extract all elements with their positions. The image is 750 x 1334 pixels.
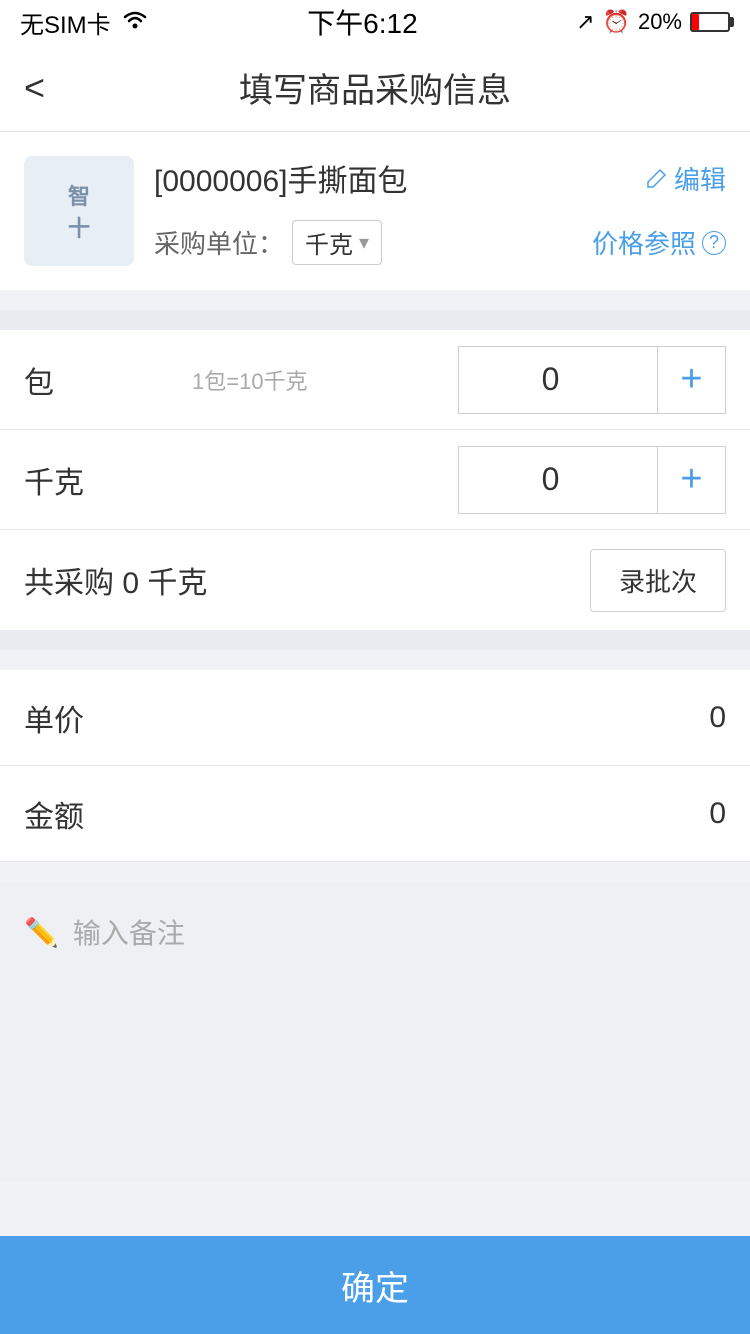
unit-price-value: 0: [709, 701, 726, 735]
back-button[interactable]: <: [24, 67, 45, 109]
pencil-icon: ✏️: [24, 916, 59, 949]
unit-row: 采购单位： 千克 ▾ 价格参照 ?: [154, 220, 726, 265]
price-ref-button[interactable]: 价格参照 ?: [592, 224, 726, 261]
divider-2: [0, 630, 750, 650]
price-ref-help-icon: ?: [702, 231, 726, 255]
summary-text: 共采购 0 千克: [24, 558, 207, 602]
price-section: 单价 0 金额 0: [0, 670, 750, 862]
batch-button[interactable]: 录批次: [590, 549, 726, 612]
carrier-text: 无SIM卡: [20, 5, 111, 40]
status-right: ↗ ⏰ 20%: [576, 9, 730, 35]
product-section: 智 十 [0000006]手撕面包 编辑 采购单位： 千克 ▾: [0, 132, 750, 290]
divider-1: [0, 310, 750, 330]
battery-icon: [690, 12, 730, 32]
product-name: [0000006]手撕面包: [154, 156, 407, 200]
unit-label: 采购单位：: [154, 224, 284, 261]
unit-value: 千克: [305, 225, 353, 260]
bag-input-wrap: +: [458, 346, 726, 414]
amount-row: 金额 0: [0, 766, 750, 862]
input-row-bag: 包 1包=10千克 +: [0, 330, 750, 430]
amount-value: 0: [709, 797, 726, 831]
bag-label: 包: [24, 358, 184, 402]
page-title: 填写商品采购信息: [239, 63, 511, 112]
input-section: 包 1包=10千克 + 千克 +: [0, 330, 750, 530]
remark-section[interactable]: ✏️ 输入备注: [0, 882, 750, 982]
bag-quantity-input[interactable]: [458, 346, 658, 414]
alarm-icon: ⏰: [603, 9, 630, 35]
confirm-button[interactable]: 确定: [341, 1261, 409, 1310]
bottom-filler: [0, 982, 750, 1182]
summary-row: 共采购 0 千克 录批次: [0, 530, 750, 630]
kg-plus-button[interactable]: +: [658, 446, 726, 514]
battery-percent: 20%: [638, 9, 682, 35]
unit-price-label: 单价: [24, 696, 84, 740]
product-logo-text: 智: [68, 179, 90, 211]
status-time: 下午6:12: [307, 2, 418, 42]
bag-sublabel: 1包=10千克: [192, 364, 308, 396]
location-icon: ↗: [576, 9, 594, 35]
kg-input-wrap: +: [458, 446, 726, 514]
product-logo-subtext: 十: [68, 211, 90, 243]
product-name-row: [0000006]手撕面包 编辑: [154, 156, 726, 200]
input-row-kg: 千克 +: [0, 430, 750, 530]
confirm-btn-text: 确定: [341, 1270, 409, 1308]
confirm-bar: 确定: [0, 1236, 750, 1334]
kg-label: 千克: [24, 458, 184, 502]
amount-label: 金额: [24, 792, 84, 836]
nav-bar: < 填写商品采购信息: [0, 44, 750, 132]
product-logo: 智 十: [24, 156, 134, 266]
edit-button[interactable]: 编辑: [646, 160, 726, 197]
bag-plus-button[interactable]: +: [658, 346, 726, 414]
status-bar: 无SIM卡 下午6:12 ↗ ⏰ 20%: [0, 0, 750, 44]
product-info: [0000006]手撕面包 编辑 采购单位： 千克 ▾ 价格: [154, 156, 726, 265]
remark-placeholder: 输入备注: [73, 912, 185, 952]
unit-select[interactable]: 千克 ▾: [292, 220, 382, 265]
unit-price-row: 单价 0: [0, 670, 750, 766]
wifi-icon: [121, 8, 149, 36]
dropdown-arrow-icon: ▾: [359, 230, 369, 255]
kg-quantity-input[interactable]: [458, 446, 658, 514]
status-left: 无SIM卡: [20, 5, 149, 40]
